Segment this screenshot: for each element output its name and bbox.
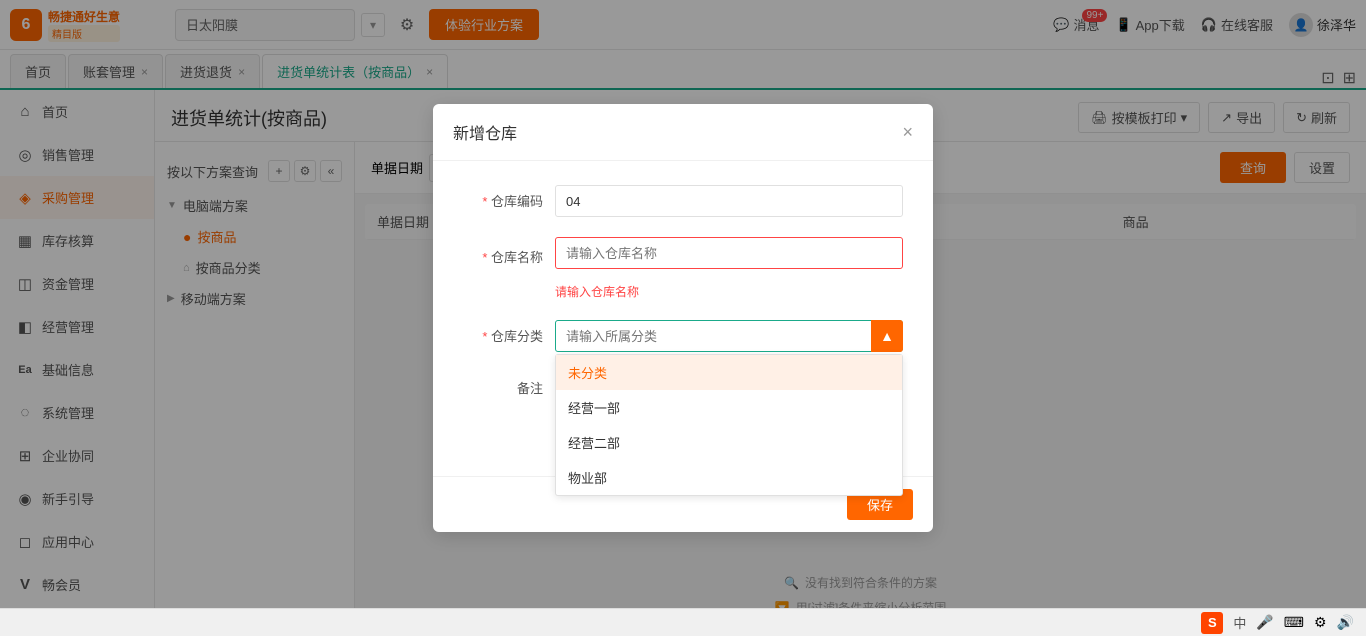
- statusbar-settings-icon[interactable]: ⚙: [1314, 614, 1327, 631]
- category-label: 仓库分类: [463, 320, 543, 345]
- speaker-icon[interactable]: 🔊: [1337, 614, 1354, 631]
- category-dropdown-btn[interactable]: ▲: [871, 320, 903, 352]
- modal-close-btn[interactable]: ×: [902, 122, 913, 143]
- modal-overlay[interactable]: 新增仓库 × 仓库编码 仓库名称 请输入仓库名称 仓库: [0, 0, 1366, 636]
- modal-header: 新增仓库 ×: [433, 104, 933, 161]
- code-input[interactable]: [555, 185, 903, 217]
- category-input[interactable]: [555, 320, 903, 352]
- status-bar: S 中 🎤 ⌨ ⚙ 🔊: [0, 608, 1366, 636]
- dropdown-item-property[interactable]: 物业部: [556, 460, 902, 495]
- modal-body: 仓库编码 仓库名称 请输入仓库名称 仓库分类 ▲: [433, 161, 933, 476]
- name-error-msg: 请输入仓库名称: [555, 285, 639, 299]
- name-input[interactable]: [555, 237, 903, 269]
- form-row-code: 仓库编码: [463, 185, 903, 217]
- keyboard-icon[interactable]: ⌨: [1284, 614, 1304, 631]
- dropdown-item-uncategorized[interactable]: 未分类: [556, 355, 902, 390]
- name-label: 仓库名称: [463, 241, 543, 266]
- form-row-category: 仓库分类 ▲ 未分类 经营一部 经营二部 物业部: [463, 320, 903, 352]
- category-dropdown-wrapper: ▲ 未分类 经营一部 经营二部 物业部: [555, 320, 903, 352]
- dropdown-item-ops1[interactable]: 经营一部: [556, 390, 902, 425]
- note-label: 备注: [463, 372, 543, 397]
- lang-label[interactable]: 中: [1233, 613, 1246, 632]
- code-label: 仓库编码: [463, 185, 543, 210]
- dropdown-item-ops2[interactable]: 经营二部: [556, 425, 902, 460]
- mic-icon[interactable]: 🎤: [1256, 614, 1273, 631]
- s-logo-icon[interactable]: S: [1201, 612, 1223, 634]
- modal-title: 新增仓库: [453, 120, 517, 144]
- form-row-name: 仓库名称 请输入仓库名称: [463, 237, 903, 300]
- category-dropdown-list: 未分类 经营一部 经营二部 物业部: [555, 354, 903, 496]
- modal-dialog: 新增仓库 × 仓库编码 仓库名称 请输入仓库名称 仓库: [433, 104, 933, 532]
